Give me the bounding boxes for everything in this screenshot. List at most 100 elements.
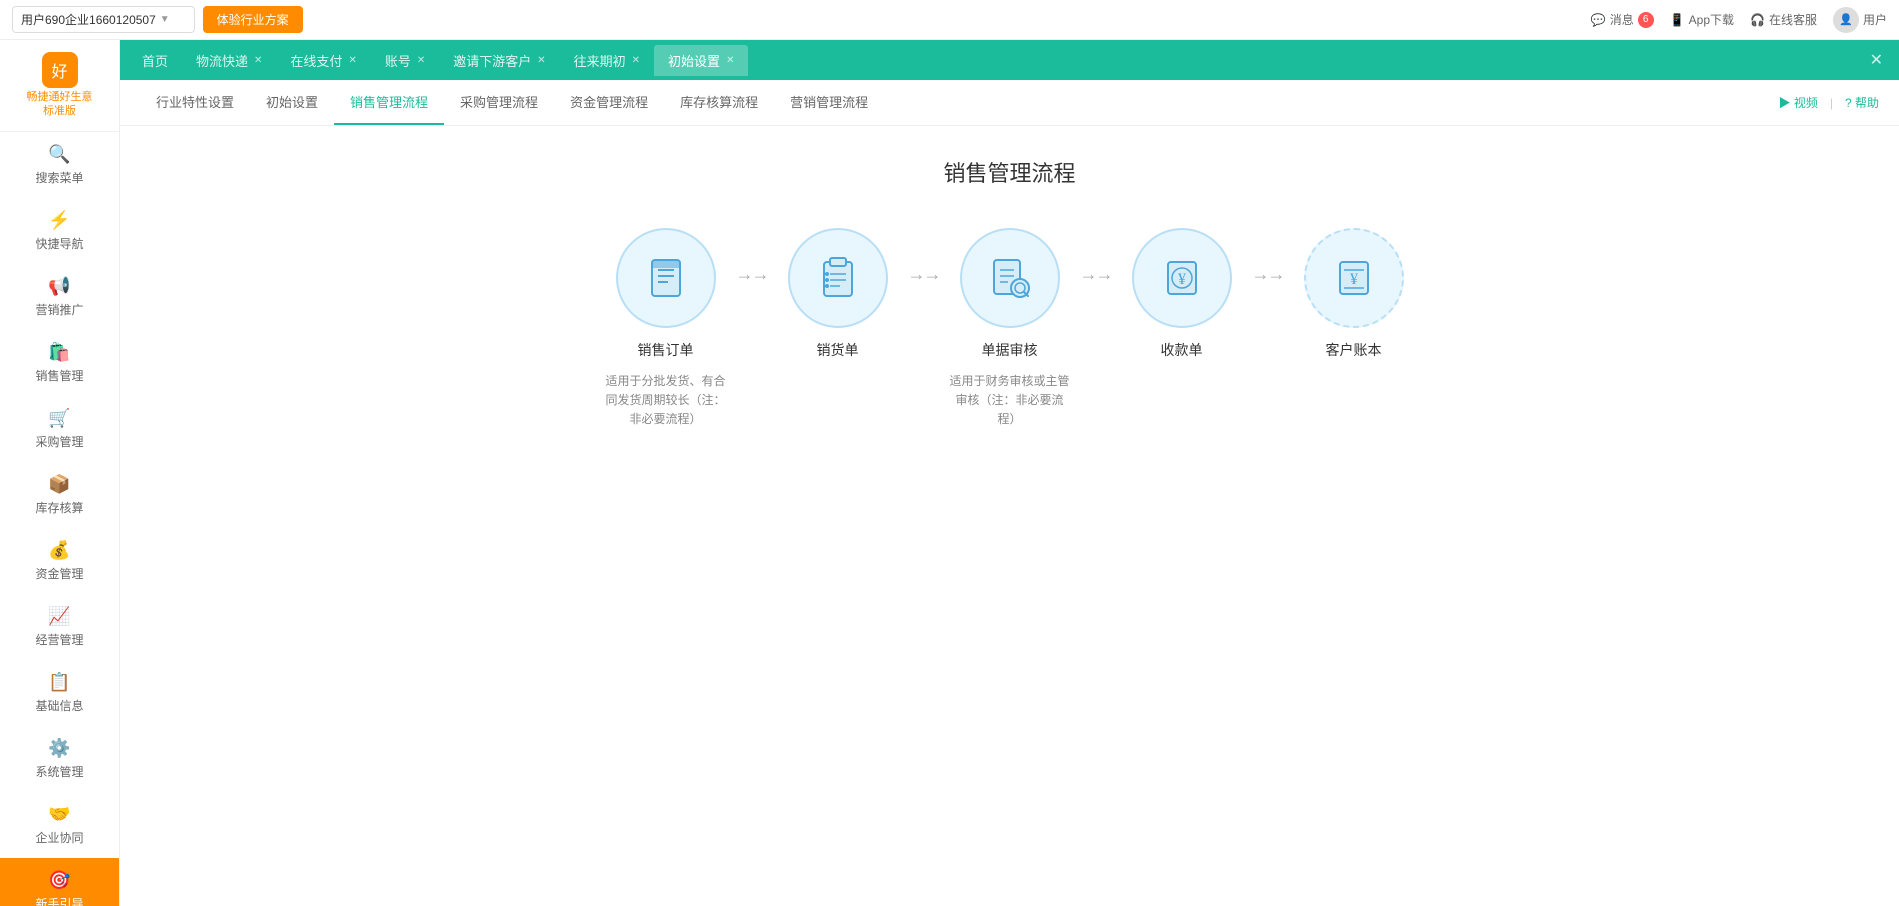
message-badge: 6 — [1638, 12, 1654, 28]
tab-logistics-close[interactable]: ✕ — [254, 55, 262, 66]
tab-init[interactable]: 初始设置 ✕ — [654, 45, 748, 76]
sidebar-label-quicknav: 快捷导航 — [35, 235, 83, 252]
sidebar-label-operation: 经营管理 — [35, 631, 83, 648]
inventory-icon: 📦 — [48, 474, 70, 495]
top-bar: 用户690企业1660120507 ▼ 体验行业方案 💬 消息 6 📱 App下… — [0, 0, 1899, 40]
system-icon: ⚙️ — [48, 738, 70, 759]
sidebar-label-search: 搜索菜单 — [35, 169, 83, 186]
purchase-icon: 🛒 — [48, 408, 70, 429]
flow-label-delivery: 销货单 — [817, 340, 859, 360]
flow-circle-receipt: ¥ — [1132, 228, 1232, 328]
basic-icon: 📋 — [48, 672, 70, 693]
nav-tabs-bar: 首页 物流快递 ✕ 在线支付 ✕ 账号 ✕ 邀请下游客户 ✕ — [120, 40, 1899, 80]
flow-step-review: 单据审核 适用于财务审核或主管审核（注：非必要流程） — [940, 228, 1080, 430]
flow-step-sales-order: 销售订单 适用于分批发货、有合同发货周期较长（注：非必要流程） — [596, 228, 736, 430]
tab-home-label: 首页 — [142, 51, 168, 70]
sidebar-item-guide[interactable]: 🎯 新手引导 — [0, 858, 119, 906]
flow-desc-review: 适用于财务审核或主管审核（注：非必要流程） — [950, 372, 1070, 430]
tab-account[interactable]: 账号 ✕ — [371, 45, 439, 76]
sidebar: 好 畅捷通好生意 标准版 🔍 搜索菜单 ⚡ 快捷导航 📢 营销推广 🛍️ 销 — [0, 40, 120, 906]
user-action[interactable]: 👤 用户 — [1833, 7, 1887, 33]
tab-period[interactable]: 往来期初 ✕ — [560, 45, 654, 76]
headset-icon: 🎧 — [1750, 13, 1765, 27]
flow-step-account: ¥ 客户账本 — [1284, 228, 1424, 372]
sidebar-label-basic: 基础信息 — [35, 697, 83, 714]
main-area: 好 畅捷通好生意 标准版 🔍 搜索菜单 ⚡ 快捷导航 📢 营销推广 🛍️ 销 — [0, 40, 1899, 906]
flow-arrow-4: →→ — [1252, 228, 1284, 285]
tab-payment[interactable]: 在线支付 ✕ — [276, 45, 370, 76]
quicknav-icon: ⚡ — [48, 210, 70, 231]
sidebar-label-inventory: 库存核算 — [35, 499, 83, 516]
tab-period-label: 往来期初 — [574, 51, 626, 70]
tab-init-close[interactable]: ✕ — [726, 55, 734, 66]
app-icon: 📱 — [1670, 13, 1685, 27]
sub-tab-industry[interactable]: 行业特性设置 — [140, 80, 250, 125]
tab-payment-close[interactable]: ✕ — [348, 55, 356, 66]
user-name-label: 用户 — [1863, 11, 1887, 28]
app-download-action[interactable]: 📱 App下载 — [1670, 11, 1734, 28]
tab-logistics[interactable]: 物流快递 ✕ — [182, 45, 276, 76]
sidebar-item-marketing[interactable]: 📢 营销推广 — [0, 264, 119, 330]
page-content: 行业特性设置 初始设置 销售管理流程 采购管理流程 资金管理流程 — [120, 80, 1899, 906]
svg-text:¥: ¥ — [1350, 271, 1358, 288]
flow-arrow-1: →→ — [736, 228, 768, 285]
enterprise-icon: 🤝 — [48, 804, 70, 825]
tab-account-label: 账号 — [385, 51, 411, 70]
flow-desc-sales-order: 适用于分批发货、有合同发货周期较长（注：非必要流程） — [606, 372, 726, 430]
sub-tab-marketing-flow[interactable]: 营销管理流程 — [774, 80, 884, 125]
tab-invite-close[interactable]: ✕ — [537, 55, 545, 66]
delivery-icon — [814, 254, 862, 302]
flow-label-review: 单据审核 — [982, 340, 1038, 360]
close-all-tabs-button[interactable]: ✕ — [1862, 46, 1891, 74]
customer-account-icon: ¥ — [1330, 254, 1378, 302]
flow-arrow-2: →→ — [908, 228, 940, 285]
sales-icon: 🛍️ — [48, 342, 70, 363]
sub-tab-inventory-flow[interactable]: 库存核算流程 — [664, 80, 774, 125]
sidebar-item-search[interactable]: 🔍 搜索菜单 — [0, 132, 119, 198]
flow-label-sales-order: 销售订单 — [638, 340, 694, 360]
search-icon: 🔍 — [48, 144, 70, 165]
sidebar-item-finance[interactable]: 💰 资金管理 — [0, 528, 119, 594]
user-selector[interactable]: 用户690企业1660120507 ▼ — [12, 6, 195, 33]
finance-icon: 💰 — [48, 540, 70, 561]
online-service-action[interactable]: 🎧 在线客服 — [1750, 11, 1817, 28]
sidebar-label-enterprise: 企业协同 — [35, 829, 83, 846]
tab-home[interactable]: 首页 — [128, 45, 182, 76]
help-link[interactable]: ? 帮助 — [1845, 94, 1879, 111]
sidebar-label-marketing: 营销推广 — [35, 301, 83, 318]
sidebar-item-operation[interactable]: 📈 经营管理 — [0, 594, 119, 660]
sub-tab-purchase-flow[interactable]: 采购管理流程 — [444, 80, 554, 125]
sidebar-label-sales: 销售管理 — [35, 367, 83, 384]
video-icon: ▶ — [1778, 96, 1793, 110]
page-title-area: 销售管理流程 — [120, 126, 1899, 228]
trial-button[interactable]: 体验行业方案 — [203, 6, 303, 33]
tab-invite[interactable]: 邀请下游客户 ✕ — [439, 45, 559, 76]
sub-tab-sales-flow[interactable]: 销售管理流程 — [334, 80, 444, 125]
sidebar-item-basic[interactable]: 📋 基础信息 — [0, 660, 119, 726]
message-icon: 💬 — [1591, 13, 1606, 27]
sidebar-item-quicknav[interactable]: ⚡ 快捷导航 — [0, 198, 119, 264]
flow-label-account: 客户账本 — [1326, 340, 1382, 360]
sidebar-item-sales[interactable]: 🛍️ 销售管理 — [0, 330, 119, 396]
video-link[interactable]: ▶ 视频 — [1778, 94, 1817, 111]
flow-arrow-3: →→ — [1080, 228, 1112, 285]
logo-text: 畅捷通好生意 标准版 — [27, 90, 93, 119]
sidebar-item-purchase[interactable]: 🛒 采购管理 — [0, 396, 119, 462]
sidebar-label-purchase: 采购管理 — [35, 433, 83, 450]
tab-logistics-label: 物流快递 — [196, 51, 248, 70]
logo-icon: 好 — [42, 52, 78, 88]
top-bar-right: 💬 消息 6 📱 App下载 🎧 在线客服 👤 用户 — [1591, 7, 1887, 33]
flow-label-receipt: 收款单 — [1161, 340, 1203, 360]
sidebar-item-enterprise[interactable]: 🤝 企业协同 — [0, 792, 119, 858]
message-action[interactable]: 💬 消息 6 — [1591, 11, 1654, 28]
sidebar-item-inventory[interactable]: 📦 库存核算 — [0, 462, 119, 528]
sub-tab-initial[interactable]: 初始设置 — [250, 80, 334, 125]
tab-invite-label: 邀请下游客户 — [453, 51, 531, 70]
sidebar-logo: 好 畅捷通好生意 标准版 — [0, 40, 119, 132]
sub-tab-finance-flow[interactable]: 资金管理流程 — [554, 80, 664, 125]
page-title: 销售管理流程 — [120, 156, 1899, 188]
tab-account-close[interactable]: ✕ — [417, 55, 425, 66]
sidebar-item-system[interactable]: ⚙️ 系统管理 — [0, 726, 119, 792]
content-area: 首页 物流快递 ✕ 在线支付 ✕ 账号 ✕ 邀请下游客户 ✕ — [120, 40, 1899, 906]
tab-period-close[interactable]: ✕ — [632, 55, 640, 66]
